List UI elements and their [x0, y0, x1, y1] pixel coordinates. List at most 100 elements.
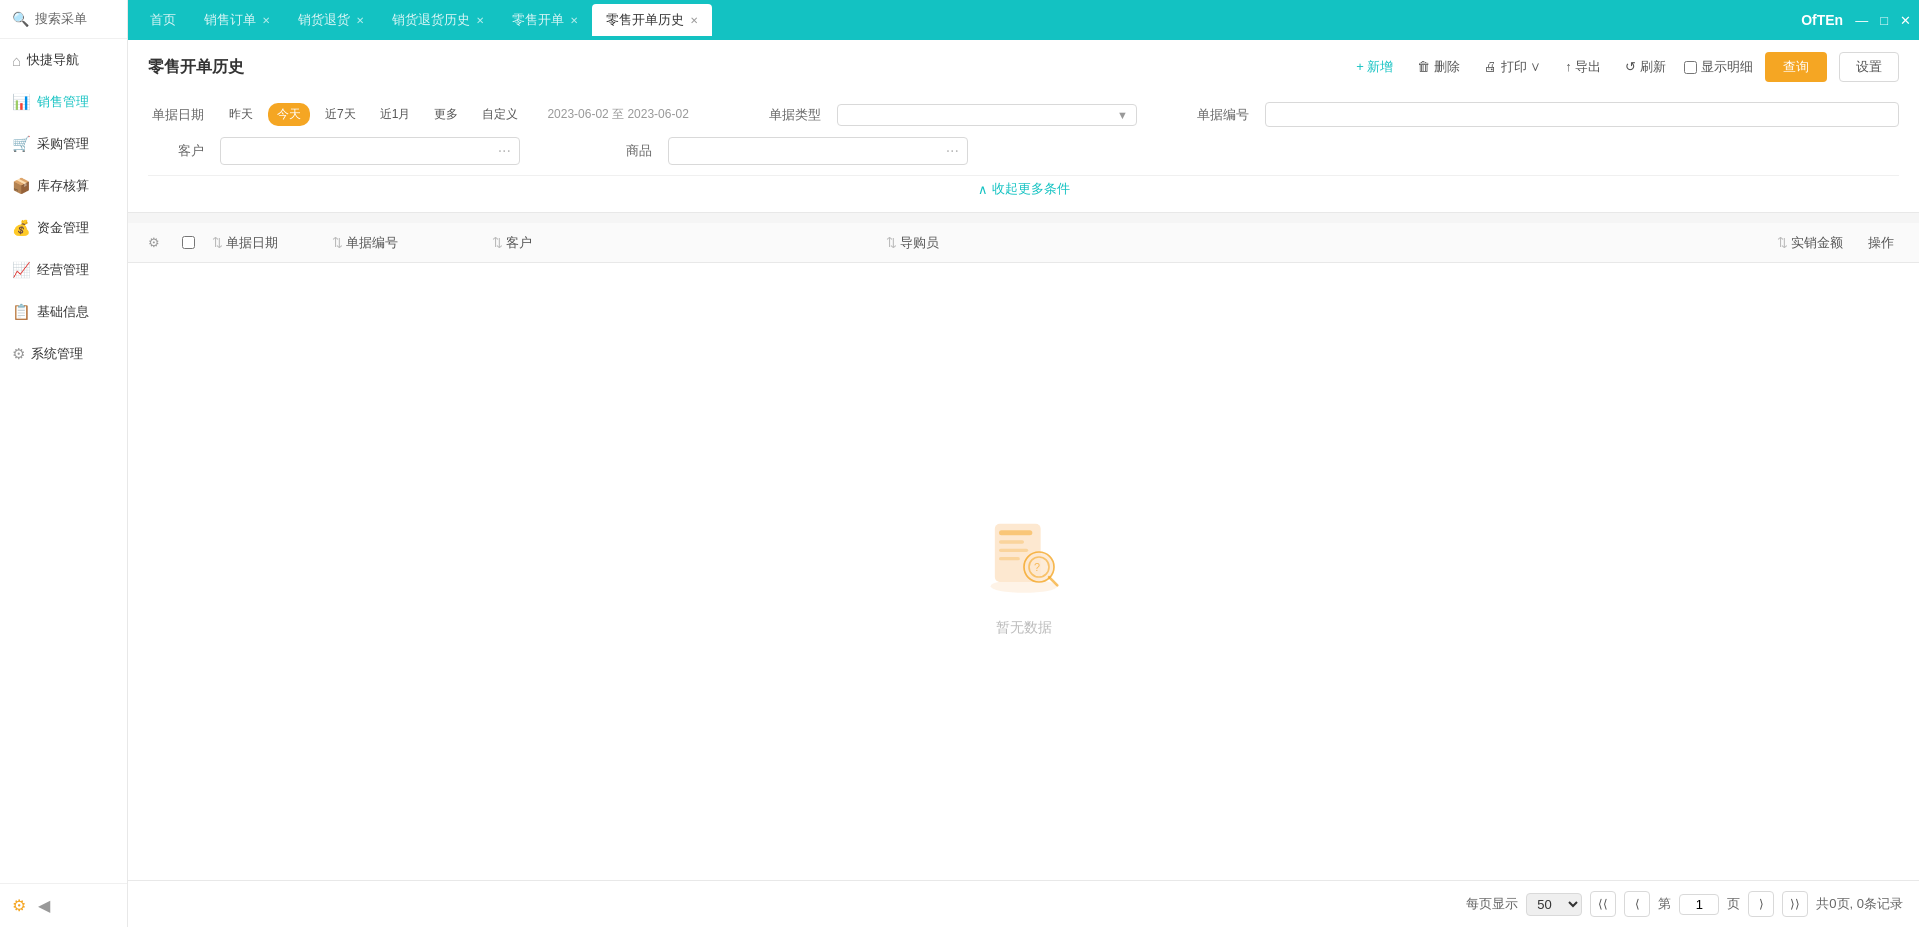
- col-check[interactable]: [172, 236, 204, 249]
- sidebar-item-purchase-mgmt[interactable]: 🛒 采购管理: [0, 123, 127, 165]
- display-detail-input[interactable]: [1684, 61, 1697, 74]
- query-button[interactable]: 查询: [1765, 52, 1827, 82]
- date-range-text: 2023-06-02 至 2023-06-02: [547, 106, 688, 123]
- page-number-input[interactable]: 1: [1679, 894, 1719, 915]
- delete-button[interactable]: 🗑 删除: [1411, 54, 1466, 80]
- col-amount[interactable]: ⇅ 实销金额: [1751, 234, 1851, 252]
- sort-icon-amount: ⇅: [1777, 235, 1788, 250]
- tab-home[interactable]: 首页: [136, 4, 190, 36]
- sidebar-item-quick-nav[interactable]: ⌂ 快捷导航: [0, 39, 127, 81]
- search-icon: 🔍: [12, 11, 29, 27]
- display-detail-checkbox[interactable]: 显示明细: [1684, 58, 1753, 76]
- tab-sales-return-history-label: 销货退货历史: [392, 11, 470, 29]
- setting-button[interactable]: 设置: [1839, 52, 1899, 82]
- window-close-btn[interactable]: ✕: [1900, 13, 1911, 28]
- svg-rect-4: [999, 548, 1028, 551]
- empty-illustration: ?: [974, 507, 1074, 607]
- sidebar-item-finance[interactable]: 💰 资金管理: [0, 207, 127, 249]
- date-btn-custom[interactable]: 自定义: [473, 103, 527, 126]
- new-btn-label: + 新增: [1356, 58, 1393, 76]
- tab-retail-history-close[interactable]: ✕: [690, 15, 698, 26]
- window-max-btn[interactable]: □: [1880, 13, 1888, 28]
- sidebar-item-label: 销售管理: [37, 93, 89, 111]
- tab-sales-order[interactable]: 销售订单 ✕: [190, 4, 284, 36]
- purchase-icon: 🛒: [12, 135, 31, 153]
- export-btn-label: ↑ 导出: [1565, 58, 1601, 76]
- tab-sales-order-close[interactable]: ✕: [262, 15, 270, 26]
- goods-filter-input[interactable]: ···: [668, 137, 968, 165]
- collapse-label: 收起更多条件: [992, 180, 1070, 198]
- col-action-label: 操作: [1868, 234, 1894, 252]
- tab-retail-open-close[interactable]: ✕: [570, 15, 578, 26]
- col-amount-label: 实销金额: [1791, 234, 1843, 252]
- sidebar-item-basic-info[interactable]: 📋 基础信息: [0, 291, 127, 333]
- tab-retail-history[interactable]: 零售开单历史 ✕: [592, 4, 712, 36]
- page-prefix-label: 第: [1658, 895, 1671, 913]
- sort-icon-guide: ⇅: [886, 235, 897, 250]
- sidebar-item-inventory[interactable]: 📦 库存核算: [0, 165, 127, 207]
- page-first-btn[interactable]: ⟨⟨: [1590, 891, 1616, 917]
- date-filter-label: 单据日期: [148, 106, 204, 124]
- date-btn-yesterday[interactable]: 昨天: [220, 103, 262, 126]
- per-page-select[interactable]: 10 20 50 100: [1526, 893, 1582, 916]
- svg-rect-2: [999, 530, 1032, 535]
- col-guide[interactable]: ⇅ 导购员: [878, 234, 978, 252]
- sidebar-search[interactable]: 🔍 搜索采单: [0, 0, 127, 39]
- date-btn-more[interactable]: 更多: [425, 103, 467, 126]
- col-gear[interactable]: ⚙: [136, 235, 172, 250]
- col-date[interactable]: ⇅ 单据日期: [204, 234, 324, 252]
- page-area: 零售开单历史 + 新增 🗑 删除 🖨 打印 ∨ ↑ 导出 ↺: [128, 40, 1919, 927]
- sidebar-search-label: 搜索采单: [35, 10, 87, 28]
- sidebar-item-system[interactable]: ⚙ 系统管理: [0, 333, 127, 375]
- tab-retail-open[interactable]: 零售开单 ✕: [498, 4, 592, 36]
- tab-sales-return-history-close[interactable]: ✕: [476, 15, 484, 26]
- tab-sales-return-close[interactable]: ✕: [356, 15, 364, 26]
- settings-icon[interactable]: ⚙: [12, 896, 26, 915]
- select-all-checkbox[interactable]: [182, 236, 195, 249]
- customer-filter-input[interactable]: ···: [220, 137, 520, 165]
- per-page-label: 每页显示: [1466, 895, 1518, 913]
- no-filter-input[interactable]: [1265, 102, 1899, 127]
- sidebar-item-sales-mgmt[interactable]: 📊 销售管理: [0, 81, 127, 123]
- col-no[interactable]: ⇅ 单据编号: [324, 234, 484, 252]
- type-filter-label: 单据类型: [765, 106, 821, 124]
- type-filter-select[interactable]: ▼: [837, 104, 1137, 126]
- new-button[interactable]: + 新增: [1350, 54, 1399, 80]
- svg-rect-3: [999, 540, 1024, 543]
- date-btn-today[interactable]: 今天: [268, 103, 310, 126]
- print-btn-label: 🖨 打印 ∨: [1484, 58, 1541, 76]
- tab-retail-history-label: 零售开单历史: [606, 11, 684, 29]
- sidebar-item-operations[interactable]: 📈 经营管理: [0, 249, 127, 291]
- tab-sales-return[interactable]: 销货退货 ✕: [284, 4, 378, 36]
- type-select-arrow: ▼: [1117, 109, 1128, 121]
- print-button[interactable]: 🖨 打印 ∨: [1478, 54, 1547, 80]
- sidebar: 🔍 搜索采单 ⌂ 快捷导航 📊 销售管理 🛒 采购管理 📦 库存核算 💰 资金管…: [0, 0, 128, 927]
- tab-sales-return-history[interactable]: 销货退货历史 ✕: [378, 4, 498, 36]
- sidebar-item-label: 系统管理: [31, 345, 83, 363]
- gear-settings-icon[interactable]: ⚙: [148, 235, 160, 250]
- collapse-filter-btn[interactable]: ∧ 收起更多条件: [148, 175, 1899, 202]
- operations-icon: 📈: [12, 261, 31, 279]
- filter-row-date: 单据日期 昨天 今天 近7天 近1月 更多 自定义 2023-06-02 至 2…: [148, 102, 1899, 127]
- page-last-btn[interactable]: ⟩⟩: [1782, 891, 1808, 917]
- page-next-btn[interactable]: ⟩: [1748, 891, 1774, 917]
- export-button[interactable]: ↑ 导出: [1559, 54, 1607, 80]
- page-prev-btn[interactable]: ⟨: [1624, 891, 1650, 917]
- window-min-btn[interactable]: —: [1855, 13, 1868, 28]
- date-btn-7days[interactable]: 近7天: [316, 103, 365, 126]
- collapse-up-icon: ∧: [978, 182, 988, 197]
- brand-name: OfTEn: [1801, 12, 1843, 28]
- collapse-sidebar-icon[interactable]: ◀: [38, 896, 50, 915]
- col-customer[interactable]: ⇅ 客户: [484, 234, 878, 252]
- filter-row-customer: 客户 ··· 商品 ···: [148, 137, 1899, 165]
- inventory-icon: 📦: [12, 177, 31, 195]
- svg-text:?: ?: [1034, 561, 1040, 573]
- toolbar: + 新增 🗑 删除 🖨 打印 ∨ ↑ 导出 ↺ 刷新: [1350, 52, 1899, 82]
- page-title: 零售开单历史: [148, 57, 244, 78]
- refresh-button[interactable]: ↺ 刷新: [1619, 54, 1672, 80]
- date-btn-1month[interactable]: 近1月: [371, 103, 420, 126]
- sidebar-item-label: 基础信息: [37, 303, 89, 321]
- table-container: ⚙ ⇅ 单据日期 ⇅ 单据编号 ⇅ 客户 ⇅: [128, 223, 1919, 927]
- pagination: 每页显示 10 20 50 100 ⟨⟨ ⟨ 第 1 页 ⟩ ⟩⟩ 共0页, 0…: [128, 880, 1919, 927]
- sidebar-item-label: 经营管理: [37, 261, 89, 279]
